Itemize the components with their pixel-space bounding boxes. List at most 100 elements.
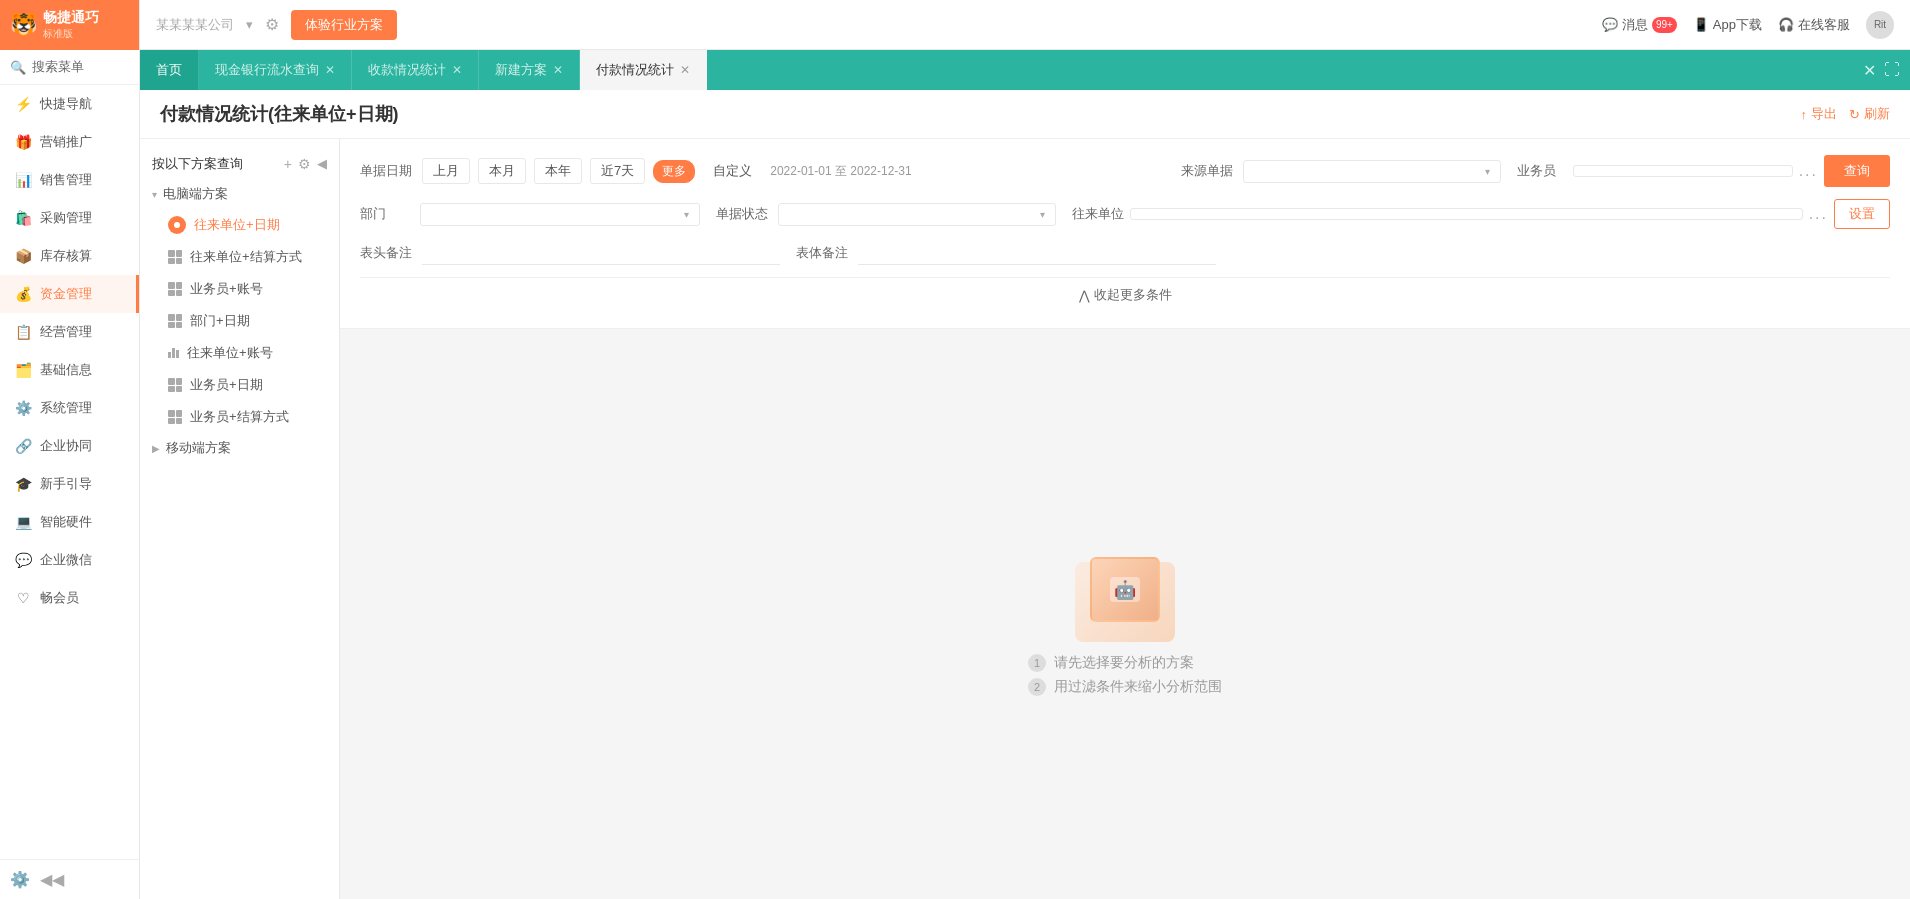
source-select[interactable]: ▾ xyxy=(1243,160,1501,183)
tab-home[interactable]: 首页 xyxy=(140,50,199,90)
sidebar-item-label: 库存核算 xyxy=(40,247,92,265)
dept-select[interactable]: ▾ xyxy=(420,203,700,226)
table-header-note-input[interactable] xyxy=(422,241,780,265)
quick-nav-icon: ⚡ xyxy=(14,95,32,113)
scheme-item-unit-account[interactable]: 往来单位+账号 xyxy=(140,337,339,369)
tab-bank-flow-close[interactable]: ✕ xyxy=(325,63,335,77)
collapse-sidebar-icon[interactable]: ◀◀ xyxy=(40,870,64,889)
message-badge: 99+ xyxy=(1652,17,1677,33)
scheme-item-label: 业务员+账号 xyxy=(190,280,263,298)
tab-payment-stats-close[interactable]: ✕ xyxy=(680,63,690,77)
export-btn[interactable]: ↑ 导出 xyxy=(1801,105,1838,123)
scheme-collapse-btn[interactable]: ◀ xyxy=(317,156,327,172)
this-year-btn[interactable]: 本年 xyxy=(534,158,582,184)
scheme-item-unit-settle[interactable]: 往来单位+结算方式 xyxy=(140,241,339,273)
scheme-settings-btn[interactable]: ⚙ xyxy=(298,156,311,172)
export-label: 导出 xyxy=(1811,105,1837,123)
empty-hint-2: 2 用过滤条件来缩小分析范围 xyxy=(1028,678,1222,696)
sidebar-item-enterprise[interactable]: 🔗 企业协同 xyxy=(0,427,139,465)
filter-date-col: 单据日期 上月 本月 本年 近7天 更多 自定义 2022-01-01 至 20… xyxy=(360,158,1165,184)
this-month-btn[interactable]: 本月 xyxy=(478,158,526,184)
sidebar-item-hardware[interactable]: 💻 智能硬件 xyxy=(0,503,139,541)
scheme-item-staff-settle[interactable]: 业务员+结算方式 xyxy=(140,401,339,433)
tab-payment-stats[interactable]: 付款情况统计 ✕ xyxy=(580,50,707,90)
sidebar-item-quick-nav[interactable]: ⚡ 快捷导航 xyxy=(0,85,139,123)
tab-bank-flow[interactable]: 现金银行流水查询 ✕ xyxy=(199,50,352,90)
date-label: 单据日期 xyxy=(360,162,412,180)
sidebar-item-inventory[interactable]: 📦 库存核算 xyxy=(0,237,139,275)
collapse-more-btn[interactable]: ⋀ 收起更多条件 xyxy=(360,278,1890,312)
sidebar-item-label: 营销推广 xyxy=(40,133,92,151)
sidebar-header: 🐯 畅捷通巧 标准版 xyxy=(0,0,139,50)
messages-btn[interactable]: 💬 消息 99+ xyxy=(1602,16,1677,34)
tab-new-scheme-close[interactable]: ✕ xyxy=(553,63,563,77)
sidebar-search[interactable]: 🔍 搜索菜单 xyxy=(0,50,139,85)
finance-icon: 💰 xyxy=(14,285,32,303)
custom-btn[interactable]: 自定义 xyxy=(703,159,762,183)
tab-home-label: 首页 xyxy=(156,61,182,79)
sidebar-item-sales[interactable]: 📊 销售管理 xyxy=(0,161,139,199)
scheme-item-staff-account[interactable]: 业务员+账号 xyxy=(140,273,339,305)
trial-btn[interactable]: 体验行业方案 xyxy=(291,10,397,40)
avatar[interactable]: Rit xyxy=(1866,11,1894,39)
member-icon: ♡ xyxy=(14,589,32,607)
unit-select[interactable] xyxy=(1130,208,1803,220)
scheme-mobile-group-header[interactable]: ▶ 移动端方案 xyxy=(140,433,339,463)
hint2-text: 用过滤条件来缩小分析范围 xyxy=(1054,678,1222,696)
doc-status-select[interactable]: ▾ xyxy=(778,203,1056,226)
sidebar-item-purchase[interactable]: 🛍️ 采购管理 xyxy=(0,199,139,237)
staff-select[interactable] xyxy=(1573,165,1793,177)
last-month-btn[interactable]: 上月 xyxy=(422,158,470,184)
hint1-text: 请先选择要分析的方案 xyxy=(1054,654,1194,672)
sidebar-item-guide[interactable]: 🎓 新手引导 xyxy=(0,465,139,503)
scheme-item-staff-date[interactable]: 业务员+日期 xyxy=(140,369,339,401)
expand-tabs-btn[interactable]: ⛶ xyxy=(1884,61,1900,79)
page-header: 付款情况统计(往来单位+日期) ↑ 导出 ↻ 刷新 xyxy=(140,90,1910,139)
settings-btn[interactable]: 设置 xyxy=(1834,199,1890,229)
scheme-item-label: 部门+日期 xyxy=(190,312,250,330)
sidebar-item-operations[interactable]: 📋 经营管理 xyxy=(0,313,139,351)
tab-receipt-stats-close[interactable]: ✕ xyxy=(452,63,462,77)
logo-icon: 🐯 xyxy=(10,12,37,38)
export-icon: ↑ xyxy=(1801,107,1808,122)
sidebar-item-marketing[interactable]: 🎁 营销推广 xyxy=(0,123,139,161)
tab-receipt-stats-label: 收款情况统计 xyxy=(368,61,446,79)
tab-new-scheme[interactable]: 新建方案 ✕ xyxy=(479,50,580,90)
page-area: 付款情况统计(往来单位+日期) ↑ 导出 ↻ 刷新 按以下方案查询 + xyxy=(140,90,1910,899)
unit-more-btn[interactable]: ... xyxy=(1809,205,1828,223)
scheme-item-dept-date[interactable]: 部门+日期 xyxy=(140,305,339,337)
empty-state: 🤖 1 请先选择要分析的方案 2 用过滤条件来缩小分析范围 xyxy=(1028,532,1222,696)
results-area: 🤖 1 请先选择要分析的方案 2 用过滤条件来缩小分析范围 xyxy=(340,329,1910,899)
close-all-tabs-btn[interactable]: ✕ xyxy=(1863,61,1876,80)
source-label: 来源单据 xyxy=(1181,162,1233,180)
sidebar-nav: ⚡ 快捷导航 🎁 营销推广 📊 销售管理 🛍️ 采购管理 📦 库存核算 💰 资金… xyxy=(0,85,139,859)
sidebar-item-label: 企业微信 xyxy=(40,551,92,569)
add-scheme-btn[interactable]: + xyxy=(284,156,292,172)
online-service-btn[interactable]: 🎧 在线客服 xyxy=(1778,16,1850,34)
sidebar-item-basic-info[interactable]: 🗂️ 基础信息 xyxy=(0,351,139,389)
sidebar-item-label: 基础信息 xyxy=(40,361,92,379)
scheme-desktop-group-header[interactable]: ▾ 电脑端方案 xyxy=(140,179,339,209)
last7-btn[interactable]: 近7天 xyxy=(590,158,645,184)
source-chevron-icon: ▾ xyxy=(1485,166,1490,177)
collapse-more-section: ⋀ 收起更多条件 xyxy=(360,277,1890,312)
doc-status-chevron-icon: ▾ xyxy=(1040,209,1045,220)
sidebar-item-finance[interactable]: 💰 资金管理 xyxy=(0,275,139,313)
settings-footer-icon[interactable]: ⚙️ xyxy=(10,870,30,889)
staff-more-btn[interactable]: ... xyxy=(1799,162,1818,180)
scheme-item-label: 业务员+日期 xyxy=(190,376,263,394)
scheme-item-label: 往来单位+日期 xyxy=(194,216,280,234)
sidebar-item-weixin[interactable]: 💬 企业微信 xyxy=(0,541,139,579)
topbar-settings-icon[interactable]: ⚙ xyxy=(265,15,279,34)
tab-receipt-stats[interactable]: 收款情况统计 ✕ xyxy=(352,50,479,90)
table-body-note-input[interactable] xyxy=(858,241,1216,265)
more-btn[interactable]: 更多 xyxy=(653,160,695,183)
sidebar-item-system[interactable]: ⚙️ 系统管理 xyxy=(0,389,139,427)
refresh-btn[interactable]: ↻ 刷新 xyxy=(1849,105,1890,123)
query-btn[interactable]: 查询 xyxy=(1824,155,1890,187)
tabbar: 首页 现金银行流水查询 ✕ 收款情况统计 ✕ 新建方案 ✕ 付款情况统计 ✕ ✕… xyxy=(140,50,1910,90)
tabbar-controls: ✕ ⛶ xyxy=(1853,61,1910,80)
app-download-btn[interactable]: 📱 App下载 xyxy=(1693,16,1762,34)
scheme-item-unit-date[interactable]: 往来单位+日期 xyxy=(140,209,339,241)
sidebar-item-member[interactable]: ♡ 畅会员 xyxy=(0,579,139,617)
